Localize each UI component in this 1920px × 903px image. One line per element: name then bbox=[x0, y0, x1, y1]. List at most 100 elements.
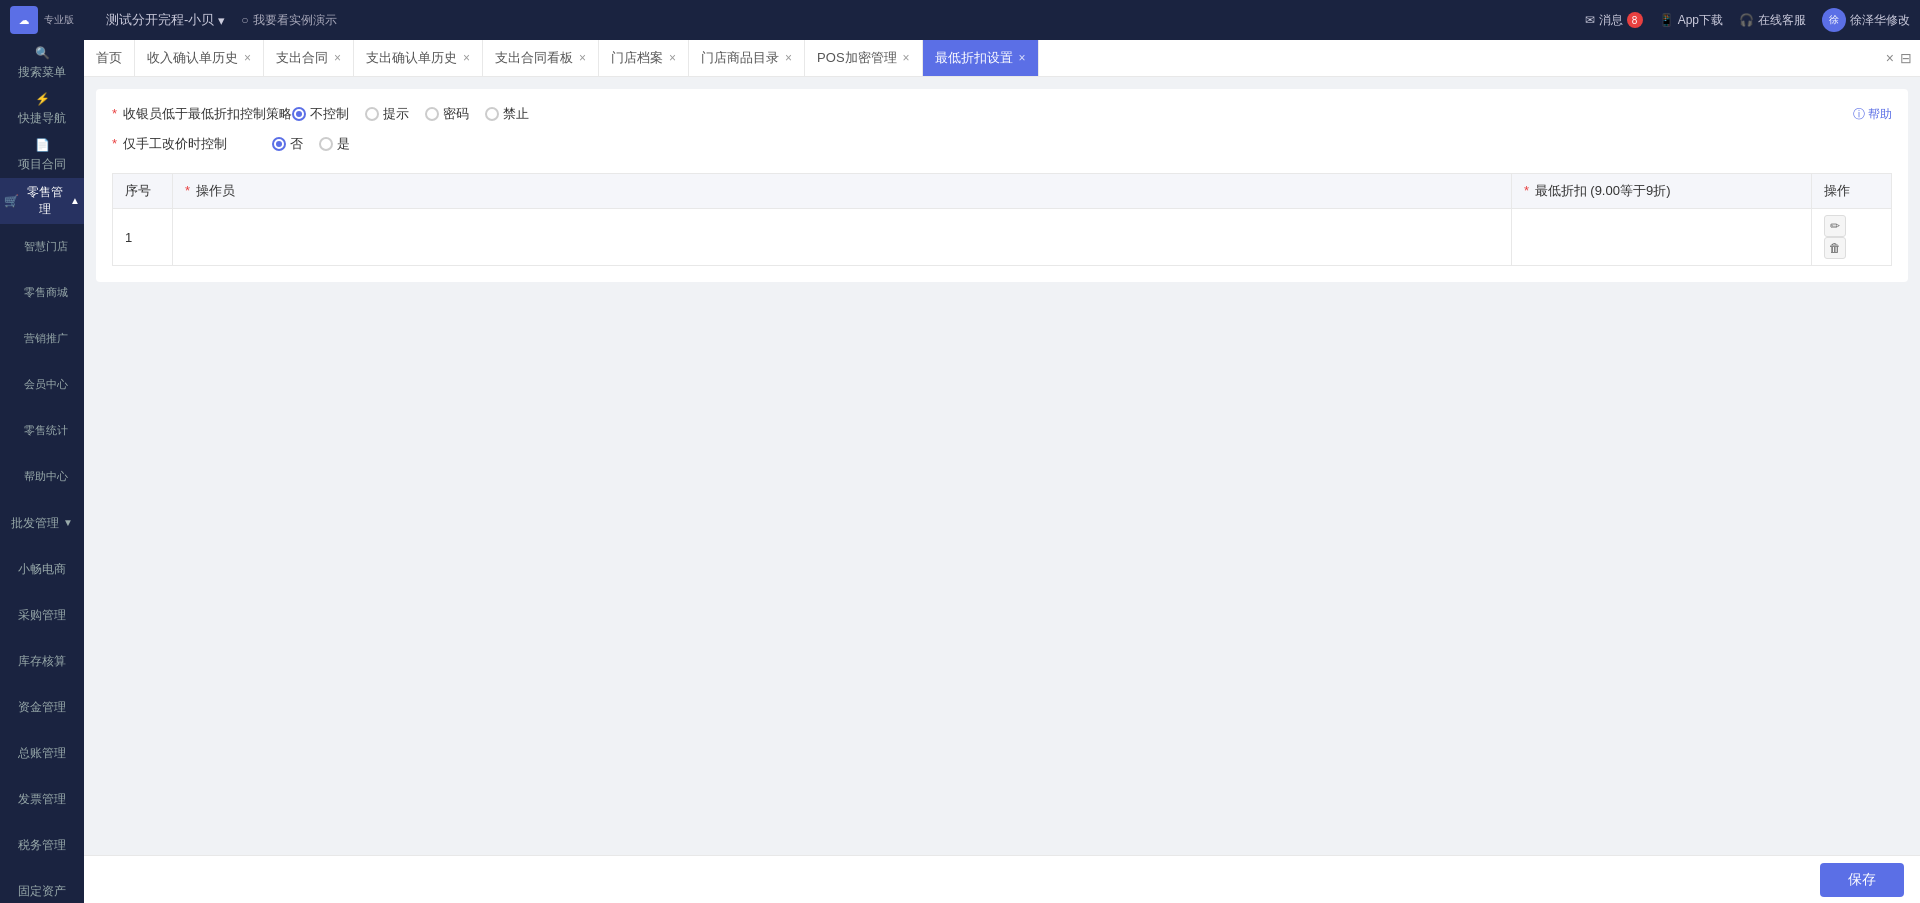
edit-row-button[interactable]: ✏ bbox=[1824, 215, 1846, 237]
discount-table: 序号 * 操作员 * 最低折扣 (9.00等于9折) 操作 bbox=[112, 173, 1892, 266]
tab-store-products[interactable]: 门店商品目录 × bbox=[689, 40, 805, 76]
sidebar-item-quicknav[interactable]: ⚡ 快捷导航 bbox=[0, 86, 84, 132]
radio-password[interactable]: 密码 bbox=[425, 105, 469, 123]
table-head: 序号 * 操作员 * 最低折扣 (9.00等于9折) 操作 bbox=[113, 174, 1892, 209]
support-icon: 🎧 bbox=[1739, 13, 1754, 27]
radio-no-control[interactable]: 不控制 bbox=[292, 105, 349, 123]
tab-close-expense-board[interactable]: × bbox=[579, 51, 586, 65]
help-link[interactable]: ⓘ 帮助 bbox=[1853, 106, 1892, 123]
message-badge: 8 bbox=[1627, 12, 1643, 28]
sidebar-item-smart-store[interactable]: 智慧门店 bbox=[0, 224, 84, 270]
sidebar-item-wholesale[interactable]: 批发管理 ▼ bbox=[0, 500, 84, 546]
table-container: 序号 * 操作员 * 最低折扣 (9.00等于9折) 操作 bbox=[112, 165, 1892, 266]
download-icon: 📱 bbox=[1659, 13, 1674, 27]
required-mark: * bbox=[112, 106, 117, 121]
demo-link[interactable]: ○ 我要看实例演示 bbox=[241, 12, 336, 29]
tab-bar: 首页 收入确认单历史 × 支出合同 × 支出确认单历史 × 支出合同看板 × bbox=[84, 40, 1920, 76]
sidebar-item-marketing[interactable]: 营销推广 bbox=[0, 316, 84, 362]
sidebar-item-ledger[interactable]: 总账管理 bbox=[0, 730, 84, 776]
tab-close-pos-management[interactable]: × bbox=[903, 51, 910, 65]
tab-bar-wrapper: 首页 收入确认单历史 × 支出合同 × 支出确认单历史 × 支出合同看板 × bbox=[84, 40, 1920, 77]
message-icon: ✉ bbox=[1585, 13, 1595, 27]
sidebar-item-fixed-assets[interactable]: 固定资产 bbox=[0, 868, 84, 903]
th-seq: 序号 bbox=[113, 174, 173, 209]
tab-close-min-discount[interactable]: × bbox=[1019, 51, 1026, 65]
cashier-policy-label: * 收银员低于最低折扣控制策略 bbox=[112, 105, 292, 123]
manual-control-row: * 仅手工改价时控制 否 是 bbox=[112, 135, 1892, 153]
app-download-button[interactable]: 📱 App下载 bbox=[1659, 12, 1723, 29]
chevron-down-icon: ▼ bbox=[63, 516, 73, 530]
tab-expense-board[interactable]: 支出合同看板 × bbox=[483, 40, 599, 76]
message-button[interactable]: ✉ 消息 8 bbox=[1585, 12, 1643, 29]
online-support-button[interactable]: 🎧 在线客服 bbox=[1739, 12, 1806, 29]
top-bar: ☁ 专业版 测试分开完程-小贝 ▾ ○ 我要看实例演示 ✉ 消息 8 📱 App… bbox=[0, 0, 1920, 40]
th-min-discount: * 最低折扣 (9.00等于9折) bbox=[1512, 174, 1812, 209]
tab-min-discount[interactable]: 最低折扣设置 × bbox=[923, 40, 1039, 76]
table-header-row: 序号 * 操作员 * 最低折扣 (9.00等于9折) 操作 bbox=[113, 174, 1892, 209]
sidebar-item-finance[interactable]: 资金管理 bbox=[0, 684, 84, 730]
content-area: 首页 收入确认单历史 × 支出合同 × 支出确认单历史 × 支出合同看板 × bbox=[84, 40, 1920, 903]
sidebar-item-inventory[interactable]: 库存核算 bbox=[0, 638, 84, 684]
sidebar: 🔍 搜索菜单 ⚡ 快捷导航 📄 项目合同 🛒 零售管理 ▲ 智慧门店 零售商城 … bbox=[0, 40, 84, 903]
radio-forbid[interactable]: 禁止 bbox=[485, 105, 529, 123]
th-actions: 操作 bbox=[1812, 174, 1892, 209]
page-content: * 收银员低于最低折扣控制策略 不控制 提示 bbox=[84, 77, 1920, 855]
required-mark-operator: * bbox=[185, 183, 190, 198]
tab-home[interactable]: 首页 bbox=[84, 40, 135, 76]
radio-circle-forbid bbox=[485, 107, 499, 121]
tab-expense-history[interactable]: 支出确认单历史 × bbox=[354, 40, 483, 76]
close-tab-button[interactable]: × bbox=[1886, 50, 1894, 66]
maximize-tab-button[interactable]: ⊟ bbox=[1900, 50, 1912, 66]
delete-row-button[interactable]: 🗑 bbox=[1824, 237, 1846, 259]
project-name: 测试分开完程-小贝 bbox=[106, 11, 214, 29]
logo-icon: ☁ bbox=[10, 6, 38, 34]
tab-store-archive[interactable]: 门店档案 × bbox=[599, 40, 689, 76]
main-layout: 🔍 搜索菜单 ⚡ 快捷导航 📄 项目合同 🛒 零售管理 ▲ 智慧门店 零售商城 … bbox=[0, 40, 1920, 903]
tab-income-history[interactable]: 收入确认单历史 × bbox=[135, 40, 264, 76]
project-selector[interactable]: 测试分开完程-小贝 ▾ bbox=[98, 9, 233, 31]
tab-close-income-history[interactable]: × bbox=[244, 51, 251, 65]
logo-area: ☁ 专业版 bbox=[10, 6, 90, 34]
sidebar-item-tax[interactable]: 税务管理 bbox=[0, 822, 84, 868]
sidebar-item-retail-stats[interactable]: 零售统计 bbox=[0, 408, 84, 454]
logo-text: 专业版 bbox=[44, 14, 74, 26]
cell-seq: 1 bbox=[113, 209, 173, 266]
save-button[interactable]: 保存 bbox=[1820, 863, 1904, 897]
radio-yes[interactable]: 是 bbox=[319, 135, 350, 153]
table-body: 1 ✏ 🗑 bbox=[113, 209, 1892, 266]
sidebar-item-retail[interactable]: 🛒 零售管理 ▲ bbox=[0, 178, 84, 224]
manual-control-label: * 仅手工改价时控制 bbox=[112, 135, 272, 153]
tab-close-store-archive[interactable]: × bbox=[669, 51, 676, 65]
sidebar-item-help[interactable]: 帮助中心 bbox=[0, 454, 84, 500]
radio-circle-password bbox=[425, 107, 439, 121]
cashier-policy-options: 不控制 提示 密码 禁止 bbox=[292, 105, 529, 123]
demo-circle-icon: ○ bbox=[241, 13, 248, 27]
tab-close-expense-contract[interactable]: × bbox=[334, 51, 341, 65]
top-bar-right: ✉ 消息 8 📱 App下载 🎧 在线客服 徐 徐泽华修改 bbox=[1585, 8, 1910, 32]
radio-circle-no bbox=[272, 137, 286, 151]
table-row: 1 ✏ 🗑 bbox=[113, 209, 1892, 266]
sidebar-item-contract[interactable]: 📄 项目合同 bbox=[0, 132, 84, 178]
radio-circle-no-control bbox=[292, 107, 306, 121]
tab-close-store-products[interactable]: × bbox=[785, 51, 792, 65]
search-icon: 🔍 bbox=[35, 45, 50, 62]
radio-no[interactable]: 否 bbox=[272, 135, 303, 153]
sidebar-item-member[interactable]: 会员中心 bbox=[0, 362, 84, 408]
tab-pos-management[interactable]: POS加密管理 × bbox=[805, 40, 922, 76]
sidebar-item-online-mall[interactable]: 零售商城 bbox=[0, 270, 84, 316]
sidebar-item-search[interactable]: 🔍 搜索菜单 bbox=[0, 40, 84, 86]
tab-close-expense-history[interactable]: × bbox=[463, 51, 470, 65]
sidebar-item-invoice[interactable]: 发票管理 bbox=[0, 776, 84, 822]
th-operator: * 操作员 bbox=[173, 174, 1512, 209]
user-menu[interactable]: 徐 徐泽华修改 bbox=[1822, 8, 1910, 32]
sidebar-item-ecommerce[interactable]: 小畅电商 bbox=[0, 546, 84, 592]
cell-min-discount bbox=[1512, 209, 1812, 266]
required-mark-discount: * bbox=[1524, 183, 1529, 198]
required-mark-2: * bbox=[112, 136, 117, 151]
tab-expense-contract[interactable]: 支出合同 × bbox=[264, 40, 354, 76]
chevron-up-icon: ▲ bbox=[70, 194, 80, 208]
sidebar-item-purchase[interactable]: 采购管理 bbox=[0, 592, 84, 638]
radio-prompt[interactable]: 提示 bbox=[365, 105, 409, 123]
manual-control-options: 否 是 bbox=[272, 135, 350, 153]
retail-icon: 🛒 bbox=[4, 193, 19, 210]
